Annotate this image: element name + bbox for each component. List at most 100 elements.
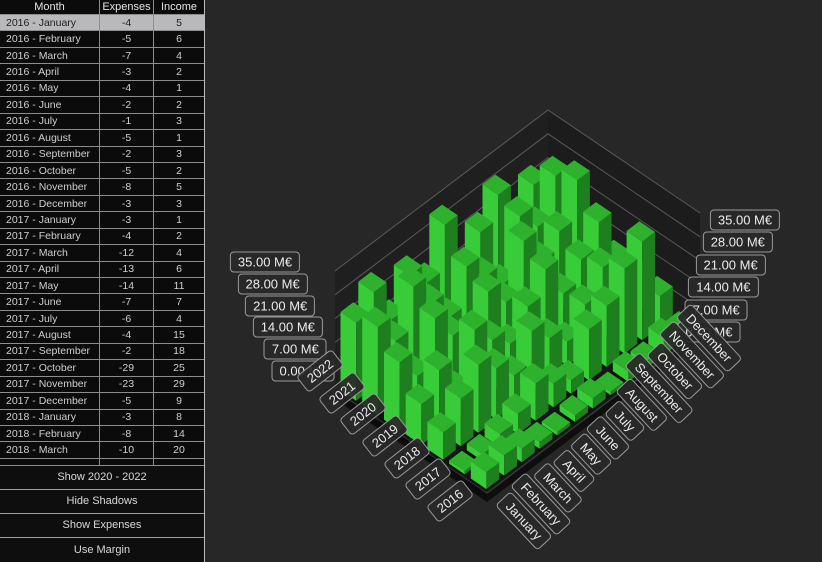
button-show-2020-2022[interactable]: Show 2020 - 2022: [0, 465, 204, 490]
table-row[interactable]: 2016 - August -5 1: [0, 130, 204, 147]
table-row[interactable]: 2016 - May -4 1: [0, 80, 204, 98]
cell-expenses: -13: [100, 261, 154, 277]
cell-month: 2016 - July: [0, 113, 100, 130]
cell-expenses: -2: [100, 146, 154, 162]
cell-month: 2016 - February: [0, 31, 100, 47]
cell-income: 1: [176, 131, 182, 144]
value-tick-left: 14.00 M€: [252, 316, 323, 338]
button-hide-shadows[interactable]: Hide Shadows: [0, 489, 204, 514]
cell-month: 2016 - August: [0, 130, 100, 146]
table-row[interactable]: 2017 - October -29 25: [0, 360, 204, 377]
cell-month: 2016 - May: [0, 80, 100, 97]
cell-income: 2: [176, 230, 182, 243]
table-row[interactable]: 2016 - July -1 3: [0, 113, 204, 131]
cell-expenses: -5: [100, 162, 154, 179]
cell-month: 2016 - December: [0, 195, 100, 212]
cell-month: 2018 - January: [0, 409, 100, 425]
cell-income: 5: [176, 181, 182, 194]
table-row[interactable]: 2016 - March -7 4: [0, 47, 204, 65]
value-tick-right: 14.00 M€: [688, 276, 759, 298]
cell-month: 2016 - November: [0, 179, 100, 195]
cell-month: 2017 - October: [0, 360, 100, 376]
cell-income: 3: [176, 148, 182, 161]
cell-month: 2018 - March: [0, 442, 100, 458]
cell-month: 2016 - October: [0, 162, 100, 179]
value-tick-right: 35.00 M€: [709, 209, 781, 231]
table-row[interactable]: 2016 - June -2 2: [0, 97, 204, 114]
cell-expenses: -3: [100, 195, 154, 212]
button-show-expenses[interactable]: Show Expenses: [0, 513, 204, 538]
table-row[interactable]: 2017 - May -14 11: [0, 278, 204, 295]
cell-expenses: -7: [100, 47, 154, 64]
cell-month: 2017 - September: [0, 343, 100, 360]
column-header-income: Income: [160, 1, 198, 13]
cell-income: 2: [176, 66, 182, 79]
cell-expenses: -7: [100, 294, 154, 310]
cell-expenses: -3: [100, 64, 154, 80]
cell-income: 3: [176, 115, 182, 128]
table-row[interactable]: 2018 - February -8 14: [0, 425, 204, 443]
cell-expenses: -5: [100, 31, 154, 47]
cell-month: 2016 - April: [0, 64, 100, 80]
cell-income: 1: [176, 213, 182, 226]
cell-month: 2017 - July: [0, 310, 100, 327]
table-row[interactable]: 2016 - November -8 5: [0, 179, 204, 196]
cell-income: 2: [176, 164, 182, 177]
table-row[interactable]: 2017 - February -4 2: [0, 228, 204, 246]
table-row[interactable]: 2017 - July -6 4: [0, 310, 204, 328]
cell-expenses: -4: [100, 80, 154, 97]
table-row[interactable]: 2016 - February -5 6: [0, 31, 204, 48]
cell-expenses: -4: [100, 15, 154, 31]
column-header-expenses: Expenses: [100, 0, 154, 14]
cell-month: 2017 - December: [0, 393, 100, 409]
table-row[interactable]: 2016 - October -5 2: [0, 162, 204, 180]
table-row[interactable]: 2017 - September -2 18: [0, 343, 204, 361]
cell-income: 4: [176, 246, 182, 259]
value-tick-left: 28.00 M€: [237, 273, 308, 295]
cell-month: 2017 - June: [0, 294, 100, 310]
table-row[interactable]: 2017 - January -3 1: [0, 212, 204, 229]
table-header-row: Month Expenses Income: [0, 0, 204, 15]
table-row[interactable]: 2017 - April -13 6: [0, 261, 204, 278]
cell-month: 2017 - April: [0, 261, 100, 277]
cell-expenses: -1: [100, 113, 154, 130]
data-table: Month Expenses Income 2016 - January -4 5 2…: [0, 0, 205, 562]
cell-expenses: -23: [100, 376, 154, 393]
cell-income: 5: [176, 16, 182, 29]
cell-income: 9: [176, 394, 182, 407]
cell-income: 3: [176, 197, 182, 210]
table-row[interactable]: 2017 - November -23 29: [0, 376, 204, 394]
table-row[interactable]: 2016 - September -2 3: [0, 146, 204, 163]
table-row[interactable]: 2016 - December -3 3: [0, 195, 204, 213]
cell-expenses: -6: [100, 310, 154, 327]
value-tick-right: 28.00 M€: [702, 231, 773, 253]
table-row[interactable]: 2017 - June -7 7: [0, 294, 204, 311]
cell-income: 6: [176, 33, 182, 46]
cell-month: 2016 - September: [0, 146, 100, 162]
table-row[interactable]: 2016 - April -3 2: [0, 64, 204, 81]
cell-month: 2018 - February: [0, 425, 100, 442]
cell-month: 2017 - August: [0, 327, 100, 343]
cell-income: 4: [176, 312, 182, 325]
cell-expenses: -2: [100, 343, 154, 360]
cell-expenses: -10: [100, 442, 154, 458]
cell-income: 29: [173, 378, 185, 391]
cell-month: 2016 - January: [0, 15, 100, 31]
table-row[interactable]: 2018 - March -10 20: [0, 442, 204, 459]
cell-month: 2016 - June: [0, 97, 100, 113]
table-row[interactable]: 2017 - March -12 4: [0, 245, 204, 262]
value-tick-right: 21.00 M€: [695, 254, 766, 276]
application-window: { "table": { "columns": ["Month", "Expen…: [0, 0, 822, 562]
cell-expenses: -3: [100, 212, 154, 228]
table-row[interactable]: 2018 - January -3 8: [0, 409, 204, 426]
table-row[interactable]: 2017 - August -4 15: [0, 327, 204, 344]
cell-expenses: -4: [100, 228, 154, 245]
cell-month: 2017 - February: [0, 228, 100, 245]
button-use-margin[interactable]: Use Margin: [0, 537, 204, 562]
cell-month: 2017 - January: [0, 212, 100, 228]
cell-expenses: -29: [100, 360, 154, 376]
cell-expenses: -12: [100, 245, 154, 261]
cell-income: 8: [176, 411, 182, 424]
table-row[interactable]: 2017 - December -5 9: [0, 393, 204, 410]
table-row[interactable]: 2016 - January -4 5: [0, 15, 204, 32]
